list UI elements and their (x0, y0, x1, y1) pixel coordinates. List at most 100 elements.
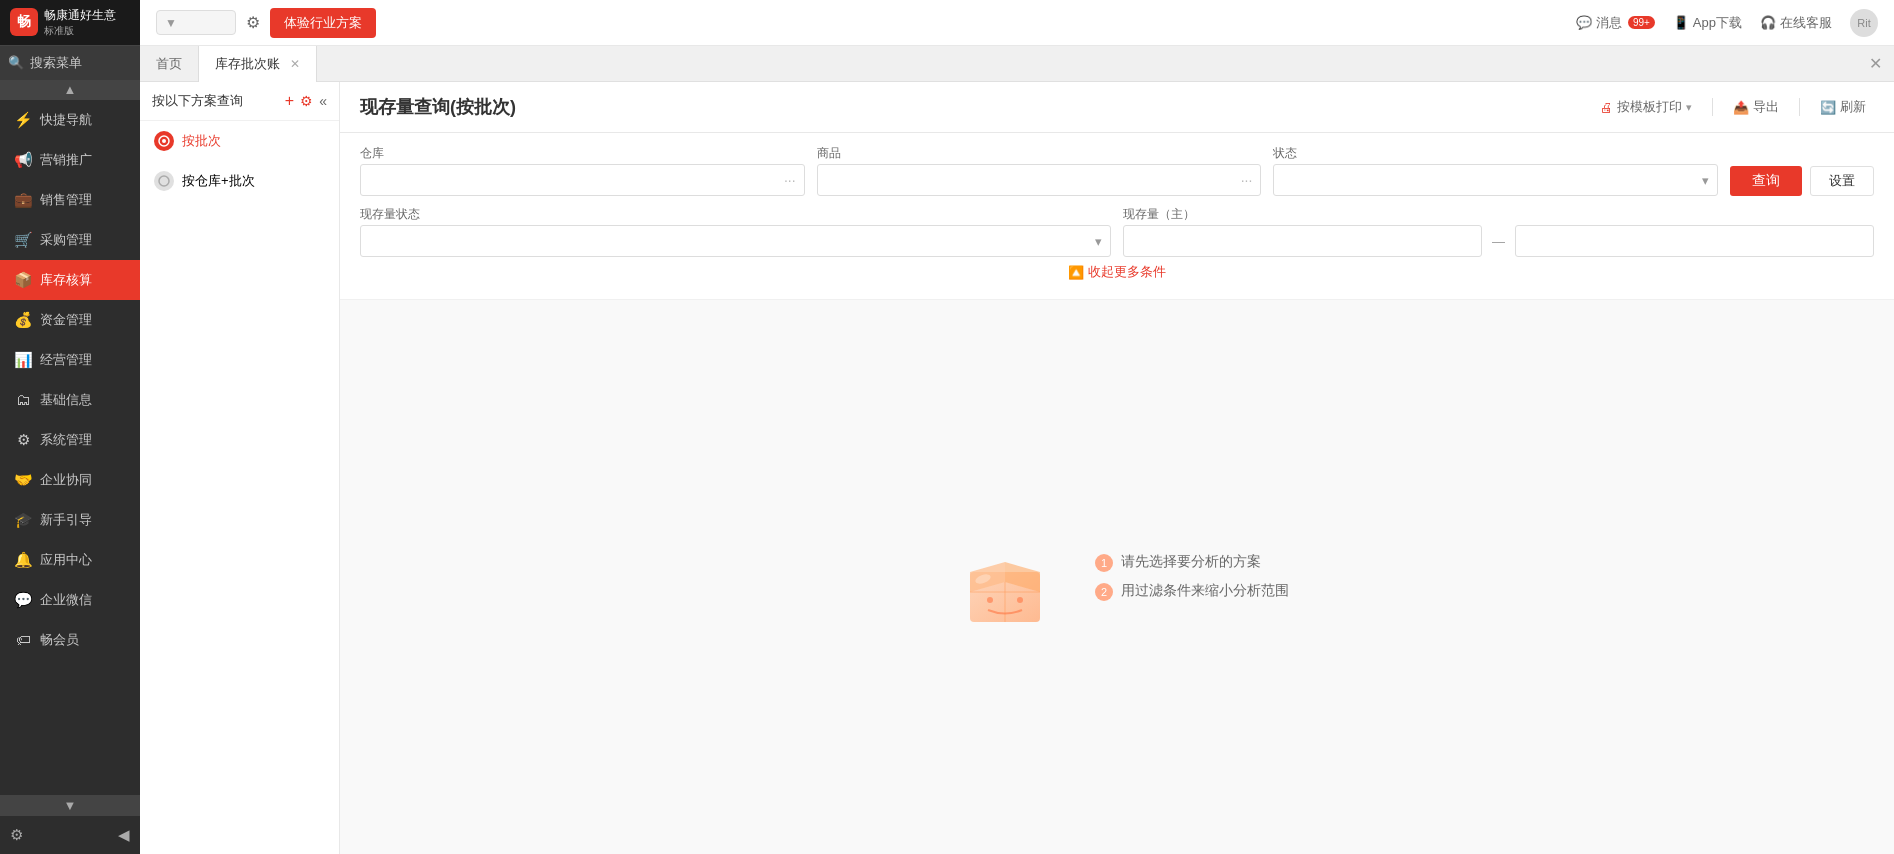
sidebar-item-wechat[interactable]: 💬 企业微信 (0, 580, 140, 620)
message-icon: 💬 (1576, 15, 1592, 30)
sidebar-item-guide[interactable]: 🎓 新手引导 (0, 500, 140, 540)
export-btn[interactable]: 📤 导出 (1725, 94, 1787, 120)
warehouse-more-icon[interactable]: ··· (784, 172, 796, 188)
empty-tip-2: 2 用过滤条件来缩小分析范围 (1095, 582, 1289, 601)
search-icon: 🔍 (8, 55, 24, 70)
sidebar-search[interactable]: 🔍 搜索菜单 (0, 46, 140, 80)
status-select[interactable]: ▾ (1273, 164, 1718, 196)
svg-point-9 (1017, 597, 1023, 603)
settings-gear-icon[interactable]: ⚙ (246, 13, 260, 32)
sidebar-item-finance[interactable]: 💰 资金管理 (0, 300, 140, 340)
headset-icon: 🎧 (1760, 15, 1776, 30)
add-scheme-btn[interactable]: + (285, 92, 294, 110)
sidebar-nav: ⚡ 快捷导航 📢 营销推广 💼 销售管理 🛒 采购管理 📦 库存核算 💰 资金管… (0, 100, 140, 795)
experience-btn[interactable]: 体验行业方案 (270, 8, 376, 38)
tabbar: 首页 库存批次账 ✕ ✕ (140, 46, 1894, 82)
quantity-to-input[interactable] (1515, 225, 1874, 257)
stock-status-filter: 现存量状态 ▾ (360, 206, 1111, 257)
apps-icon: 🔔 (14, 551, 32, 569)
sidebar-scroll-down[interactable]: ▼ (0, 795, 140, 815)
quantity-dash: — (1488, 234, 1509, 249)
filter-section: 仓库 ··· 商品 ··· (340, 133, 1894, 300)
right-panel: 现存量查询(按批次) 🖨 按模板打印 ▾ 📤 导出 🔄 (340, 82, 1894, 854)
topbar: ▼ ⚙ 体验行业方案 💬 消息 99+ 📱 App下载 🎧 在线客服 Rit (140, 0, 1894, 46)
messages-badge: 99+ (1628, 16, 1655, 29)
filter-row-1: 仓库 ··· 商品 ··· (360, 145, 1874, 196)
app-title: 畅康通好生意 标准版 (44, 8, 116, 37)
query-button[interactable]: 查询 (1730, 166, 1802, 196)
sidebar-item-sales[interactable]: 💼 销售管理 (0, 180, 140, 220)
page-header: 现存量查询(按批次) 🖨 按模板打印 ▾ 📤 导出 🔄 (340, 82, 1894, 133)
scheme-settings-btn[interactable]: ⚙ (300, 93, 313, 109)
inventory-icon: 📦 (14, 271, 32, 289)
svg-point-8 (987, 597, 993, 603)
status-filter: 状态 ▾ (1273, 145, 1718, 196)
settings-button[interactable]: 设置 (1810, 166, 1874, 196)
tab-home[interactable]: 首页 (140, 46, 199, 82)
sales-icon: 💼 (14, 191, 32, 209)
sidebar-item-enterprise[interactable]: 🤝 企业协同 (0, 460, 140, 500)
print-icon: 🖨 (1600, 100, 1613, 115)
sidebar-item-apps[interactable]: 🔔 应用中心 (0, 540, 140, 580)
marketing-icon: 📢 (14, 151, 32, 169)
sidebar-item-purchase[interactable]: 🛒 采购管理 (0, 220, 140, 260)
guide-icon: 🎓 (14, 511, 32, 529)
print-btn[interactable]: 🖨 按模板打印 ▾ (1592, 94, 1700, 120)
quantity-filter: 现存量（主） — (1123, 206, 1874, 257)
tab-close-btn[interactable]: ✕ (290, 57, 300, 71)
action-divider-2 (1799, 98, 1800, 116)
sidebar-item-inventory[interactable]: 📦 库存核算 (0, 260, 140, 300)
empty-state: 1 请先选择要分析的方案 2 用过滤条件来缩小分析范围 (340, 300, 1894, 854)
tab-inventory-batch[interactable]: 库存批次账 ✕ (199, 46, 317, 82)
quantity-from-input[interactable] (1123, 225, 1482, 257)
sidebar-scroll-up[interactable]: ▲ (0, 80, 140, 100)
left-panel: 按以下方案查询 + ⚙ « 按批次 按仓库+批次 (140, 82, 340, 854)
sidebar-item-quick-nav[interactable]: ⚡ 快捷导航 (0, 100, 140, 140)
product-input[interactable]: ··· (817, 164, 1262, 196)
left-panel-header: 按以下方案查询 + ⚙ « (140, 82, 339, 121)
collapse-more-btn[interactable]: 🔼 收起更多条件 (360, 257, 1874, 287)
quantity-range: — (1123, 225, 1874, 257)
topbar-left: ▼ ⚙ 体验行业方案 (156, 8, 376, 38)
system-icon: ⚙ (14, 431, 32, 449)
print-dropdown-icon[interactable]: ▾ (1686, 101, 1692, 114)
scheme-by-batch[interactable]: 按批次 (140, 121, 339, 161)
finance-icon: 💰 (14, 311, 32, 329)
sidebar-item-operations[interactable]: 📊 经营管理 (0, 340, 140, 380)
warehouse-input[interactable]: ··· (360, 164, 805, 196)
sidebar-item-member[interactable]: 🏷 畅会员 (0, 620, 140, 660)
sidebar-collapse-btn[interactable]: ◀ (118, 826, 130, 844)
refresh-btn[interactable]: 🔄 刷新 (1812, 94, 1874, 120)
app-download-icon: 📱 (1673, 15, 1689, 30)
svg-point-1 (162, 139, 166, 143)
sidebar-item-marketing[interactable]: 📢 营销推广 (0, 140, 140, 180)
sidebar-footer: ⚙ ◀ (0, 815, 140, 854)
scheme-by-warehouse-batch[interactable]: 按仓库+批次 (140, 161, 339, 201)
left-panel-actions: + ⚙ « (285, 92, 327, 110)
action-divider-1 (1712, 98, 1713, 116)
quick-nav-icon: ⚡ (14, 111, 32, 129)
status-label: 状态 (1273, 145, 1718, 162)
workspace-selector[interactable]: ▼ (156, 10, 236, 35)
collapse-panel-btn[interactable]: « (319, 93, 327, 109)
messages-btn[interactable]: 💬 消息 99+ (1576, 14, 1655, 32)
export-icon: 📤 (1733, 100, 1749, 115)
stock-status-select[interactable]: ▾ (360, 225, 1111, 257)
sidebar-header: 畅 畅康通好生意 标准版 (0, 0, 140, 46)
page-title: 现存量查询(按批次) (360, 95, 516, 119)
sidebar-item-system[interactable]: ⚙ 系统管理 (0, 420, 140, 460)
main-area: ▼ ⚙ 体验行业方案 💬 消息 99+ 📱 App下载 🎧 在线客服 Rit (140, 0, 1894, 854)
empty-tips: 1 请先选择要分析的方案 2 用过滤条件来缩小分析范围 (1095, 553, 1289, 601)
app-logo: 畅 (10, 8, 38, 36)
product-more-icon[interactable]: ··· (1241, 172, 1253, 188)
sidebar-item-basic[interactable]: 🗂 基础信息 (0, 380, 140, 420)
app-download-btn[interactable]: 📱 App下载 (1673, 14, 1742, 32)
tip-num-1: 1 (1095, 554, 1113, 572)
warehouse-label: 仓库 (360, 145, 805, 162)
online-service-btn[interactable]: 🎧 在线客服 (1760, 14, 1832, 32)
collapse-icon: 🔼 (1068, 265, 1084, 280)
user-profile[interactable]: Rit (1850, 9, 1878, 37)
svg-point-2 (159, 176, 169, 186)
sidebar-settings-btn[interactable]: ⚙ (10, 826, 23, 844)
close-all-tabs-btn[interactable]: ✕ (1857, 46, 1894, 82)
